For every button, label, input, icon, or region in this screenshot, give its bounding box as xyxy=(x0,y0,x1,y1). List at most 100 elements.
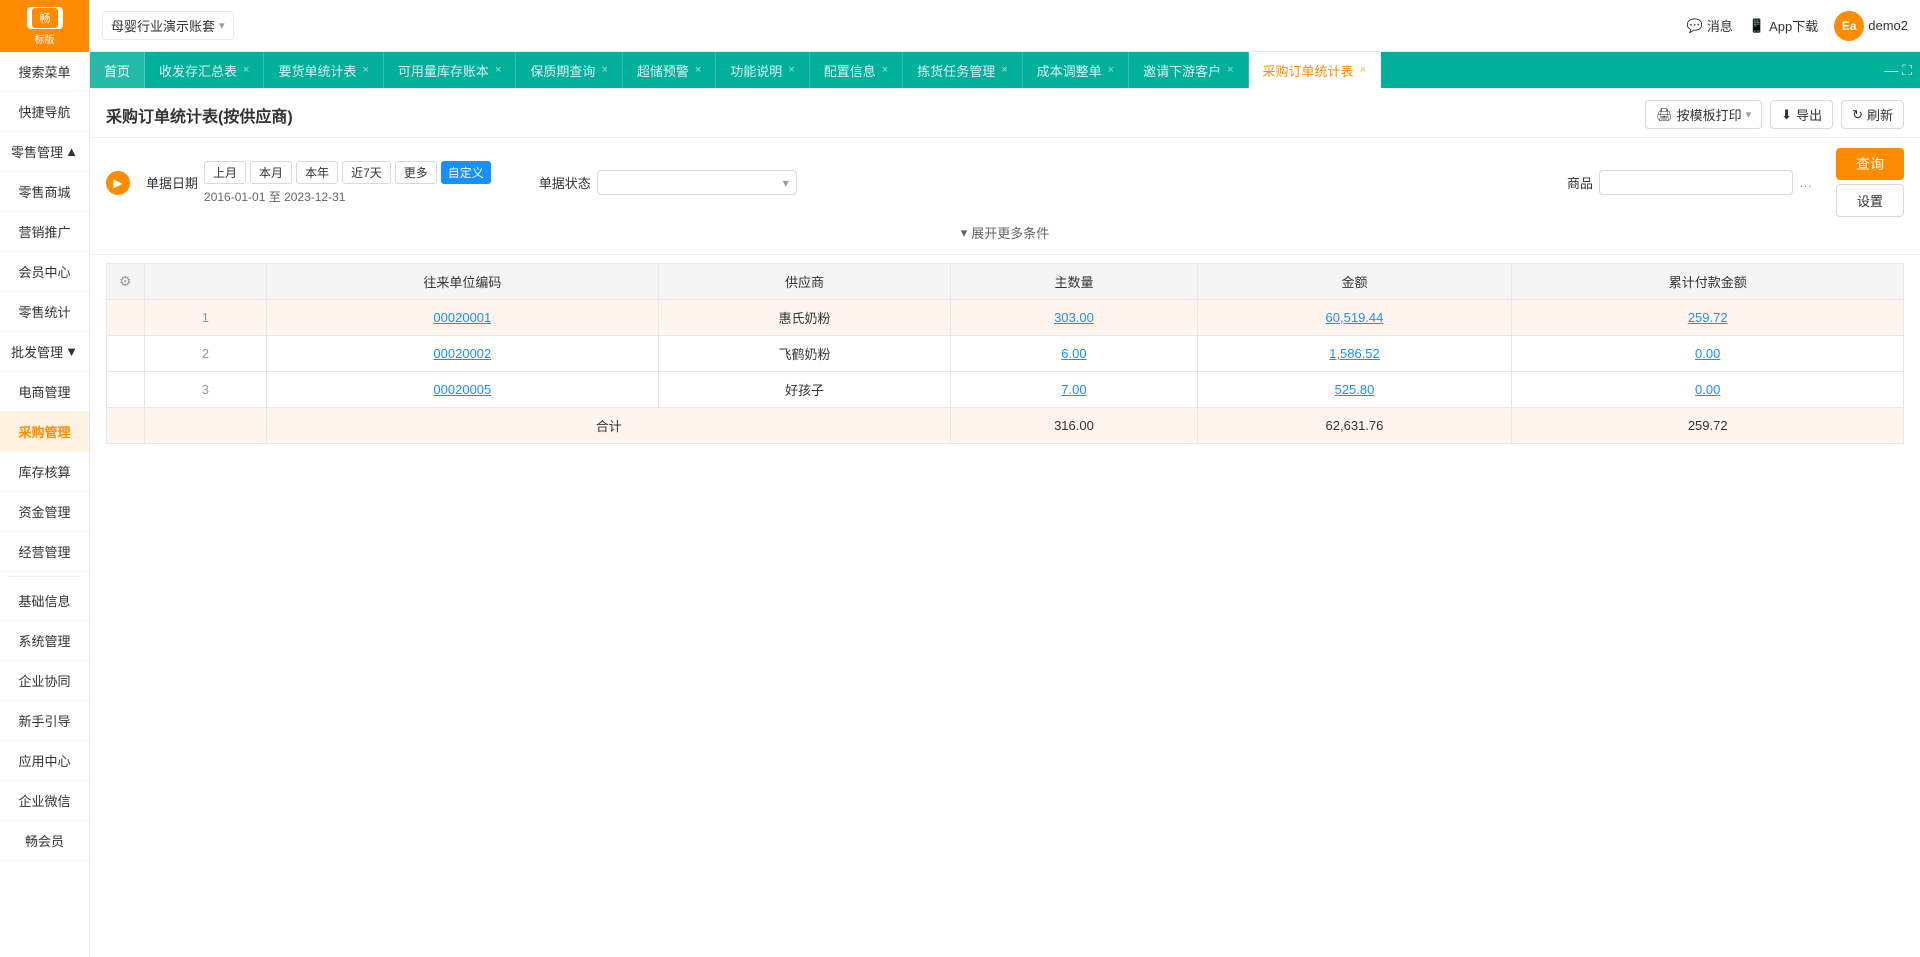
sidebar-item-system-mgmt[interactable]: 系统管理 xyxy=(0,621,89,661)
refresh-icon: ↻ xyxy=(1852,107,1863,123)
tab-close-cost-adjust[interactable]: × xyxy=(1108,64,1114,76)
tab-minimize-icon[interactable]: — xyxy=(1884,62,1898,78)
row-amount[interactable]: 525.80 xyxy=(1197,372,1512,408)
tab-home[interactable]: 首页 xyxy=(90,52,145,88)
date-btn-this-year[interactable]: 本年 xyxy=(296,161,338,184)
sidebar-search[interactable]: 搜索菜单 xyxy=(0,52,89,92)
summary-paid-amount: 259.72 xyxy=(1512,408,1904,444)
row-main-qty[interactable]: 7.00 xyxy=(951,372,1197,408)
sidebar-item-ops-mgmt[interactable]: 经营管理 xyxy=(0,532,89,572)
tab-config-info[interactable]: 配置信息 × xyxy=(810,52,903,88)
tab-close-receive-summary[interactable]: × xyxy=(243,64,249,76)
tab-expiry-query[interactable]: 保质期查询 × xyxy=(516,52,622,88)
refresh-button[interactable]: ↻ 刷新 xyxy=(1841,100,1904,129)
date-btn-more[interactable]: 更多 xyxy=(395,161,437,184)
data-table: ⚙ 往来单位编码 供应商 主数量 金额 xyxy=(106,263,1904,444)
sidebar-item-member-center[interactable]: 会员中心 xyxy=(0,252,89,292)
row-main-qty[interactable]: 303.00 xyxy=(951,300,1197,336)
tab-close-purchase-order-stat[interactable]: × xyxy=(1360,64,1366,76)
col-supplier: 供应商 xyxy=(658,264,951,300)
sidebar-item-retail-stat[interactable]: 零售统计 xyxy=(0,292,89,332)
user-action[interactable]: Ea demo2 xyxy=(1834,11,1908,41)
row-supplier: 惠氏奶粉 xyxy=(658,300,951,336)
row-main-qty[interactable]: 6.00 xyxy=(951,336,1197,372)
sidebar-item-retail-mgmt[interactable]: 零售管理 ▲ xyxy=(0,132,89,172)
sidebar-item-wholesale-mgmt[interactable]: 批发管理 ▼ xyxy=(0,332,89,372)
app-download-action[interactable]: 📱 App下载 xyxy=(1749,16,1818,35)
sidebar-logo: 畅 标版 xyxy=(0,0,89,52)
status-filter-group: 单据状态 xyxy=(539,170,797,195)
sidebar-quick-nav[interactable]: 快捷导航 xyxy=(0,92,89,132)
logo-icon: 畅 xyxy=(27,7,63,29)
row-supplier-code[interactable]: 00020002 xyxy=(267,336,659,372)
tab-function-desc[interactable]: 功能说明 × xyxy=(716,52,809,88)
table-row: 2 00020002 飞鹤奶粉 6.00 1,586.52 0.00 xyxy=(107,336,1904,372)
date-btn-this-month[interactable]: 本月 xyxy=(250,161,292,184)
tab-close-expiry-query[interactable]: × xyxy=(601,64,607,76)
sidebar-item-vip-member[interactable]: 畅会员 xyxy=(0,821,89,861)
row-supplier-code[interactable]: 00020001 xyxy=(267,300,659,336)
sidebar-item-basic-info[interactable]: 基础信息 xyxy=(0,581,89,621)
date-btn-7days[interactable]: 近7天 xyxy=(342,161,391,184)
row-supplier-code[interactable]: 00020005 xyxy=(267,372,659,408)
table-header-row: ⚙ 往来单位编码 供应商 主数量 金额 xyxy=(107,264,1904,300)
tab-close-overstock-warning[interactable]: × xyxy=(695,64,701,76)
summary-row: 合计 316.00 62,631.76 259.72 xyxy=(107,408,1904,444)
svg-text:畅: 畅 xyxy=(39,11,50,25)
tab-close-config-info[interactable]: × xyxy=(882,64,888,76)
topbar-account-dropdown[interactable]: 母婴行业演示账套 ▾ xyxy=(102,11,234,40)
date-filter-group: 单据日期 上月 本月 本年 近7天 更多 自定义 xyxy=(146,161,491,205)
tab-close-available-inventory[interactable]: × xyxy=(495,64,501,76)
sidebar-item-purchase-mgmt[interactable]: 采购管理 xyxy=(0,412,89,452)
tab-available-inventory[interactable]: 可用量库存账本 × xyxy=(384,52,516,88)
tab-close-function-desc[interactable]: × xyxy=(788,64,794,76)
tab-cost-adjust[interactable]: 成本调整单 × xyxy=(1023,52,1129,88)
date-btn-last-month[interactable]: 上月 xyxy=(204,161,246,184)
tab-maximize-icon[interactable]: ⛶ xyxy=(1902,62,1912,79)
row-amount[interactable]: 1,586.52 xyxy=(1197,336,1512,372)
tab-purchase-summary[interactable]: 要货单统计表 × xyxy=(264,52,383,88)
sidebar-item-enterprise-collab[interactable]: 企业协同 xyxy=(0,661,89,701)
message-action[interactable]: 💬 消息 xyxy=(1687,16,1733,35)
sidebar-item-retail-shop[interactable]: 零售商城 xyxy=(0,172,89,212)
date-btn-custom[interactable]: 自定义 xyxy=(441,161,491,184)
sidebar-item-ecommerce-mgmt[interactable]: 电商管理 xyxy=(0,372,89,412)
tab-overstock-warning[interactable]: 超储预警 × xyxy=(623,52,716,88)
sidebar-item-new-guide[interactable]: 新手引导 xyxy=(0,701,89,741)
tab-purchase-order-stat[interactable]: 采购订单统计表 × xyxy=(1249,52,1381,88)
setting-button[interactable]: 设置 xyxy=(1836,184,1904,217)
export-button[interactable]: ⬇ 导出 xyxy=(1770,100,1833,129)
filter-toggle-button[interactable]: ▶ xyxy=(106,171,130,195)
row-supplier: 飞鹤奶粉 xyxy=(658,336,951,372)
sidebar-item-app-center[interactable]: 应用中心 xyxy=(0,741,89,781)
tabbar: 首页 收发存汇总表 × 要货单统计表 × 可用量库存账本 × 保质期查询 × 超… xyxy=(90,52,1920,88)
row-paid-amount[interactable]: 259.72 xyxy=(1512,300,1904,336)
sidebar-item-inventory[interactable]: 库存核算 xyxy=(0,452,89,492)
col-supplier-code: 往来单位编码 xyxy=(267,264,659,300)
tab-pick-task[interactable]: 拣货任务管理 × xyxy=(903,52,1022,88)
sidebar-item-enterprise-wechat[interactable]: 企业微信 xyxy=(0,781,89,821)
gear-icon[interactable]: ⚙ xyxy=(119,273,132,289)
tab-invite-downstream[interactable]: 邀请下游客户 × xyxy=(1129,52,1248,88)
search-button[interactable]: 查询 xyxy=(1836,148,1904,180)
goods-filter-input[interactable] xyxy=(1599,170,1793,195)
status-select[interactable] xyxy=(597,170,797,195)
chevron-down-icon: ▾ xyxy=(219,19,225,32)
row-paid-amount[interactable]: 0.00 xyxy=(1512,336,1904,372)
tab-receive-summary[interactable]: 收发存汇总表 × xyxy=(145,52,264,88)
more-options-icon[interactable]: … xyxy=(1799,175,1812,190)
chevron-down-icon: ▲ xyxy=(65,144,78,159)
row-paid-amount[interactable]: 0.00 xyxy=(1512,372,1904,408)
col-paid-amount: 累计付款金额 xyxy=(1512,264,1904,300)
row-amount[interactable]: 60,519.44 xyxy=(1197,300,1512,336)
template-print-button[interactable]: 🖨 按模板打印 ▾ xyxy=(1645,100,1762,129)
tab-close-pick-task[interactable]: × xyxy=(1001,64,1007,76)
date-range-display: 2016-01-01 至 2023-12-31 xyxy=(204,188,491,205)
sidebar-item-marketing[interactable]: 营销推广 xyxy=(0,212,89,252)
summary-label-cell: 合计 xyxy=(267,408,951,444)
tab-close-purchase-summary[interactable]: × xyxy=(362,64,368,76)
mobile-icon: 📱 xyxy=(1749,18,1765,34)
sidebar-item-finance-mgmt[interactable]: 资金管理 xyxy=(0,492,89,532)
expand-more-btn[interactable]: ▾ 展开更多条件 xyxy=(106,217,1904,244)
tab-close-invite-downstream[interactable]: × xyxy=(1227,64,1233,76)
